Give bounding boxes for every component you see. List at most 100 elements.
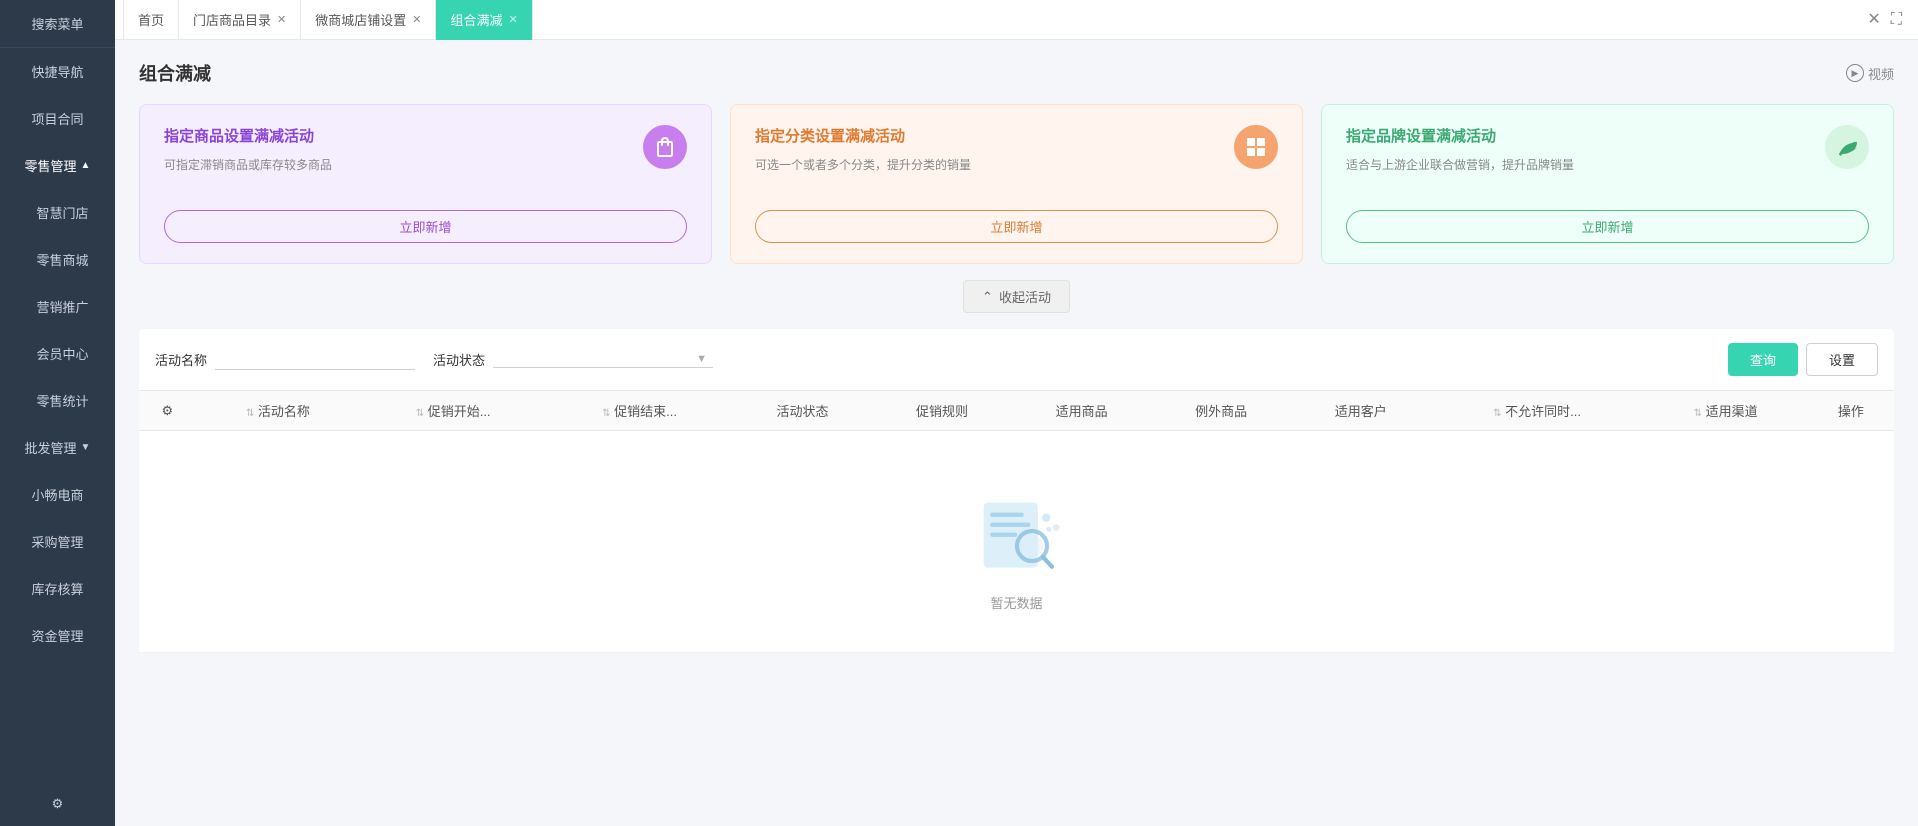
activity-name-input[interactable]	[215, 350, 415, 370]
tab-combo-discount[interactable]: 组合满减 ✕	[436, 0, 532, 40]
page-header: 组合满减 ▶ 视频	[139, 60, 1894, 86]
close-window-btn[interactable]: ✕	[1867, 12, 1880, 28]
card-product-discount-title: 指定商品设置满减活动	[164, 125, 687, 146]
th-no-concurrent: ⇅ 不允许同时...	[1430, 391, 1643, 431]
sidebar-item-marketing[interactable]: 营销推广	[0, 283, 115, 330]
sidebar-item-inventory-calc[interactable]: 库存核算	[0, 565, 115, 612]
tab-wechat-store-label: 微商城店铺设置	[315, 10, 406, 29]
main-area: 首页 门店商品目录 ✕ 微商城店铺设置 ✕ 组合满减 ✕ ✕ ⛶ 组合满减 ▶ …	[115, 0, 1918, 826]
sort-icon[interactable]: ⇅	[416, 408, 424, 419]
card-category-discount-btn[interactable]: 立即新增	[755, 210, 1278, 243]
card-category-discount-desc: 可选一个或者多个分类，提升分类的销量	[755, 156, 1278, 175]
card-product-discount-btn[interactable]: 立即新增	[164, 210, 687, 243]
sidebar-item-label: 零售商城	[36, 250, 88, 269]
filter-activity-status-label: 活动状态	[433, 350, 485, 369]
tab-store-catalog[interactable]: 门店商品目录 ✕	[179, 0, 301, 40]
card-brand-discount-desc: 适合与上游企业联合做营销，提升品牌销量	[1346, 156, 1869, 175]
th-applicable-customers: 适用客户	[1291, 391, 1431, 431]
tab-store-catalog-label: 门店商品目录	[193, 10, 271, 29]
th-operations: 操作	[1808, 391, 1894, 431]
chevron-down-icon: ▼	[81, 442, 91, 453]
maximize-window-btn[interactable]: ⛶	[1891, 12, 1902, 28]
card-brand-discount-title: 指定品牌设置满减活动	[1346, 125, 1869, 146]
th-activity-status: 活动状态	[733, 391, 873, 431]
gear-icon: ⚙	[52, 796, 64, 811]
filter-actions: 查询 设置	[1728, 343, 1878, 376]
tab-wechat-store[interactable]: 微商城店铺设置 ✕	[301, 0, 436, 40]
empty-state-cell: 暂无数据	[139, 431, 1894, 653]
data-table: ⚙ ⇅ 活动名称 ⇅ 促销开始... ⇅	[139, 390, 1894, 653]
card-product-discount: 指定商品设置满减活动 可指定滞销商品或库存较多商品 立即新增	[139, 104, 712, 264]
sidebar-item-purchase-mgmt[interactable]: 采购管理	[0, 518, 115, 565]
card-category-discount: 指定分类设置满减活动 可选一个或者多个分类，提升分类的销量 立即新增	[730, 104, 1303, 264]
sidebar-item-label: 小畅电商	[31, 485, 83, 504]
sidebar-item-label: 库存核算	[31, 579, 83, 598]
card-brand-discount-icon	[1825, 125, 1869, 169]
tab-wechat-store-close[interactable]: ✕	[412, 13, 421, 26]
empty-state-text: 暂无数据	[990, 593, 1042, 612]
filter-row: 活动名称 活动状态 ▼ 查询 设置	[139, 329, 1894, 390]
tab-combo-discount-label: 组合满减	[450, 10, 502, 29]
empty-state: 暂无数据	[147, 441, 1886, 642]
cards-row: 指定商品设置满减活动 可指定滞销商品或库存较多商品 立即新增 指定分类设置满减活…	[139, 104, 1894, 264]
th-promo-end: ⇅ 促销结束...	[546, 391, 732, 431]
card-brand-discount-btn[interactable]: 立即新增	[1346, 210, 1869, 243]
sidebar: 搜索菜单 快捷导航 项目合同 零售管理 ▲ 智慧门店 零售商城 营销推广 会员中…	[0, 0, 115, 826]
sidebar-search[interactable]: 搜索菜单	[0, 0, 115, 48]
sidebar-item-member-center[interactable]: 会员中心	[0, 330, 115, 377]
sort-icon[interactable]: ⇅	[1694, 408, 1702, 419]
th-promo-rule: 促销规则	[872, 391, 1012, 431]
table-body: 暂无数据	[139, 431, 1894, 653]
sidebar-item-label: 智慧门店	[36, 203, 88, 222]
filter-activity-status: 活动状态 ▼	[433, 350, 713, 369]
play-icon: ▶	[1846, 64, 1864, 82]
settings-btn[interactable]: 设置	[1806, 343, 1878, 376]
sidebar-item-smart-store[interactable]: 智慧门店	[0, 189, 115, 236]
collapse-row: ⌃ 收起活动	[139, 280, 1894, 313]
sidebar-item-retail-mgmt[interactable]: 零售管理 ▲	[0, 142, 115, 189]
sort-icon[interactable]: ⇅	[602, 408, 610, 419]
th-settings[interactable]: ⚙	[139, 391, 196, 431]
sidebar-item-label: 批发管理	[25, 438, 77, 457]
sidebar-settings-btn[interactable]: ⚙	[0, 782, 115, 826]
chevron-up-icon: ▲	[81, 160, 91, 171]
sidebar-item-small-ecommerce[interactable]: 小畅电商	[0, 471, 115, 518]
sidebar-item-label: 零售统计	[36, 391, 88, 410]
sidebar-item-label: 快捷导航	[31, 62, 83, 81]
sidebar-item-retail-mall[interactable]: 零售商城	[0, 236, 115, 283]
card-category-discount-icon	[1234, 125, 1278, 169]
th-applicable-channel: ⇅ 适用渠道	[1644, 391, 1808, 431]
video-link[interactable]: ▶ 视频	[1846, 64, 1894, 83]
table-header-row: ⚙ ⇅ 活动名称 ⇅ 促销开始... ⇅	[139, 391, 1894, 431]
sidebar-item-retail-stats[interactable]: 零售统计	[0, 377, 115, 424]
sort-icon[interactable]: ⇅	[246, 408, 254, 419]
sidebar-item-label: 会员中心	[36, 344, 88, 363]
query-btn[interactable]: 查询	[1728, 343, 1798, 376]
card-product-discount-desc: 可指定滞销商品或库存较多商品	[164, 156, 687, 175]
th-applicable-products: 适用商品	[1012, 391, 1152, 431]
filter-table-section: 活动名称 活动状态 ▼ 查询 设置	[139, 329, 1894, 653]
sidebar-item-label: 营销推广	[36, 297, 88, 316]
page-title: 组合满减	[139, 60, 211, 86]
card-product-discount-icon	[643, 125, 687, 169]
empty-state-icon	[967, 491, 1067, 581]
th-excluded-products: 例外商品	[1151, 391, 1291, 431]
sidebar-item-capital-mgmt[interactable]: 资金管理	[0, 612, 115, 659]
tab-home-label: 首页	[138, 10, 164, 29]
tab-home[interactable]: 首页	[123, 0, 179, 40]
card-category-discount-title: 指定分类设置满减活动	[755, 125, 1278, 146]
tab-store-catalog-close[interactable]: ✕	[277, 13, 286, 26]
th-promo-start: ⇅ 促销开始...	[360, 391, 546, 431]
tab-combo-discount-close[interactable]: ✕	[509, 13, 518, 26]
sidebar-item-quick-nav[interactable]: 快捷导航	[0, 48, 115, 95]
sort-icon[interactable]: ⇅	[1493, 408, 1501, 419]
sidebar-item-label: 资金管理	[31, 626, 83, 645]
activity-status-select[interactable]: ▼	[493, 351, 713, 368]
sidebar-item-project-contract[interactable]: 项目合同	[0, 95, 115, 142]
video-link-label: 视频	[1868, 64, 1894, 83]
collapse-activities-btn[interactable]: ⌃ 收起活动	[963, 280, 1070, 313]
chevron-up-icon: ⌃	[982, 289, 993, 305]
sidebar-item-wholesale-mgmt[interactable]: 批发管理 ▼	[0, 424, 115, 471]
window-controls: ✕ ⛶	[1867, 12, 1910, 28]
sidebar-item-label: 零售管理	[25, 156, 77, 175]
